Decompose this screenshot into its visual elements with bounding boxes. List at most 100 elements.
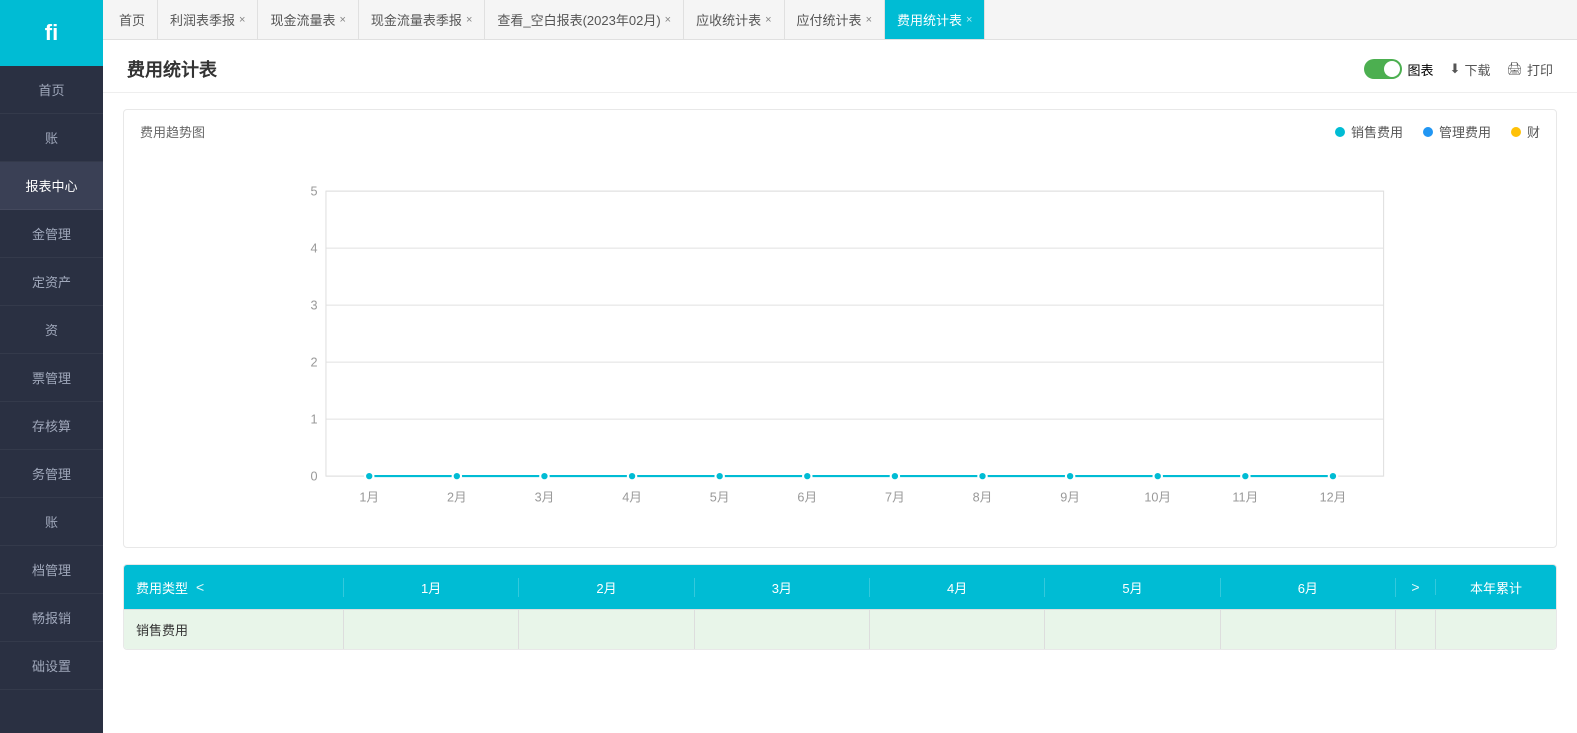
main-area: 首页 利润表季报 × 现金流量表 × 现金流量表季报 × 查看_空白报表(202… [103, 0, 1577, 733]
sidebar-item-ledger[interactable]: 账 [0, 498, 103, 546]
table-row-sales: 销售费用 [124, 609, 1556, 649]
table-col-month-6: 6月 [1221, 578, 1396, 597]
data-cell-type-sales: 销售费用 [124, 610, 344, 649]
table-col-total-header: 本年累计 [1436, 578, 1556, 597]
svg-text:0: 0 [310, 469, 317, 483]
content-area: 费用统计表 图表 ⬇ 下载 🖨 打印 费用趋势图 [103, 40, 1577, 733]
sidebar-item-fixed-assets[interactable]: 定资产 [0, 258, 103, 306]
tab-close-cashflow-q[interactable]: × [466, 14, 472, 26]
chart-container: 0 1 2 3 4 5 1月 2月 [140, 151, 1540, 531]
svg-text:2: 2 [310, 355, 317, 369]
table-col-next-arrow[interactable]: > [1396, 579, 1436, 595]
tab-close-cashflow[interactable]: × [339, 14, 345, 26]
chart-toggle[interactable] [1364, 59, 1402, 79]
tab-bar: 首页 利润表季报 × 现金流量表 × 现金流量表季报 × 查看_空白报表(202… [103, 0, 1577, 40]
sidebar-item-report-center[interactable]: 报表中心 [0, 162, 103, 210]
legend-dot-sales [1335, 127, 1345, 137]
tab-home[interactable]: 首页 [107, 0, 158, 40]
svg-text:4: 4 [310, 241, 317, 255]
svg-text:1: 1 [310, 412, 317, 426]
tab-receivable[interactable]: 应收统计表 × [684, 0, 784, 40]
data-cell-6-sales [1221, 610, 1396, 649]
legend-dot-finance [1511, 127, 1521, 137]
svg-text:12月: 12月 [1320, 490, 1347, 504]
tab-expense[interactable]: 费用统计表 × [885, 0, 985, 40]
legend-label-management: 管理费用 [1439, 122, 1491, 141]
svg-text:4月: 4月 [622, 490, 642, 504]
sidebar-item-ticket[interactable]: 票管理 [0, 354, 103, 402]
svg-text:3: 3 [310, 298, 317, 312]
print-icon: 🖨 [1506, 61, 1523, 77]
chart-svg: 0 1 2 3 4 5 1月 2月 [140, 151, 1540, 531]
tab-close-receivable[interactable]: × [765, 14, 771, 26]
download-icon: ⬇ [1450, 61, 1461, 77]
page-title: 费用统计表 [127, 56, 217, 82]
tab-payable[interactable]: 应付统计表 × [785, 0, 885, 40]
legend-sales: 销售费用 [1335, 122, 1403, 141]
legend-management: 管理费用 [1423, 122, 1491, 141]
table-col-type-header: 费用类型 < [124, 578, 344, 597]
svg-text:1月: 1月 [359, 490, 379, 504]
sidebar-item-assets[interactable]: 资 [0, 306, 103, 354]
data-cell-5-sales [1045, 610, 1220, 649]
legend-finance: 财 [1511, 122, 1540, 141]
svg-text:8月: 8月 [973, 490, 993, 504]
tab-cashflow[interactable]: 现金流量表 × [258, 0, 358, 40]
legend-dot-management [1423, 127, 1433, 137]
table-col-month-3: 3月 [695, 578, 870, 597]
legend-label-finance: 财 [1527, 122, 1540, 141]
download-button[interactable]: ⬇ 下载 [1450, 60, 1491, 79]
sidebar-item-inventory[interactable]: 存核算 [0, 402, 103, 450]
sidebar: fi 首页 账 报表中心 金管理 定资产 资 票管理 存核算 务管理 账 档管理… [0, 0, 103, 733]
sidebar-item-task[interactable]: 务管理 [0, 450, 103, 498]
data-cell-4-sales [870, 610, 1045, 649]
col-type-label: 费用类型 [136, 578, 188, 597]
data-cell-1-sales [344, 610, 519, 649]
chart-section: 费用趋势图 销售费用 管理费用 财 [123, 109, 1557, 548]
page-header: 费用统计表 图表 ⬇ 下载 🖨 打印 [103, 40, 1577, 93]
table-section: 费用类型 < 1月 2月 3月 4月 5月 6月 > 本年累计 销售费用 [123, 564, 1557, 650]
svg-text:5: 5 [310, 184, 317, 198]
svg-text:3月: 3月 [535, 490, 555, 504]
table-col-month-1: 1月 [344, 578, 519, 597]
chart-legend: 销售费用 管理费用 财 [1335, 122, 1540, 141]
svg-text:5月: 5月 [710, 490, 730, 504]
chart-toggle-group[interactable]: 图表 [1364, 59, 1434, 79]
sidebar-item-settings[interactable]: 础设置 [0, 642, 103, 690]
tab-cashflow-q[interactable]: 现金流量表季报 × [359, 0, 485, 40]
svg-text:9月: 9月 [1060, 490, 1080, 504]
sidebar-item-finance[interactable]: 金管理 [0, 210, 103, 258]
next-arrow-icon[interactable]: > [1411, 579, 1419, 595]
sidebar-item-home[interactable]: 首页 [0, 66, 103, 114]
print-label: 打印 [1527, 60, 1553, 79]
sidebar-item-archive[interactable]: 档管理 [0, 546, 103, 594]
tab-close-expense[interactable]: × [966, 14, 972, 26]
chart-title: 费用趋势图 [140, 122, 205, 141]
download-label: 下载 [1464, 60, 1490, 79]
print-button[interactable]: 🖨 打印 [1506, 60, 1553, 79]
table-col-month-5: 5月 [1045, 578, 1220, 597]
legend-label-sales: 销售费用 [1351, 122, 1403, 141]
table-col-month-2: 2月 [519, 578, 694, 597]
chart-toggle-label: 图表 [1408, 60, 1434, 79]
header-actions: 图表 ⬇ 下载 🖨 打印 [1364, 59, 1553, 79]
tab-close-profit[interactable]: × [239, 14, 245, 26]
sidebar-logo: fi [0, 0, 103, 66]
data-cell-3-sales [695, 610, 870, 649]
svg-text:2月: 2月 [447, 490, 467, 504]
tab-blank[interactable]: 查看_空白报表(2023年02月) × [485, 0, 684, 40]
svg-text:11月: 11月 [1232, 490, 1258, 504]
svg-text:10月: 10月 [1144, 490, 1171, 504]
sidebar-item-account[interactable]: 账 [0, 114, 103, 162]
table-prev-arrow[interactable]: < [196, 579, 204, 595]
table-col-month-4: 4月 [870, 578, 1045, 597]
tab-close-blank[interactable]: × [665, 14, 671, 26]
tab-profit[interactable]: 利润表季报 × [158, 0, 258, 40]
data-cell-total-sales [1436, 610, 1556, 649]
svg-text:6月: 6月 [797, 490, 817, 504]
tab-close-payable[interactable]: × [866, 14, 872, 26]
svg-text:7月: 7月 [885, 490, 905, 504]
sidebar-item-reimbursement[interactable]: 畅报销 [0, 594, 103, 642]
chart-header: 费用趋势图 销售费用 管理费用 财 [140, 122, 1540, 141]
data-cell-2-sales [519, 610, 694, 649]
